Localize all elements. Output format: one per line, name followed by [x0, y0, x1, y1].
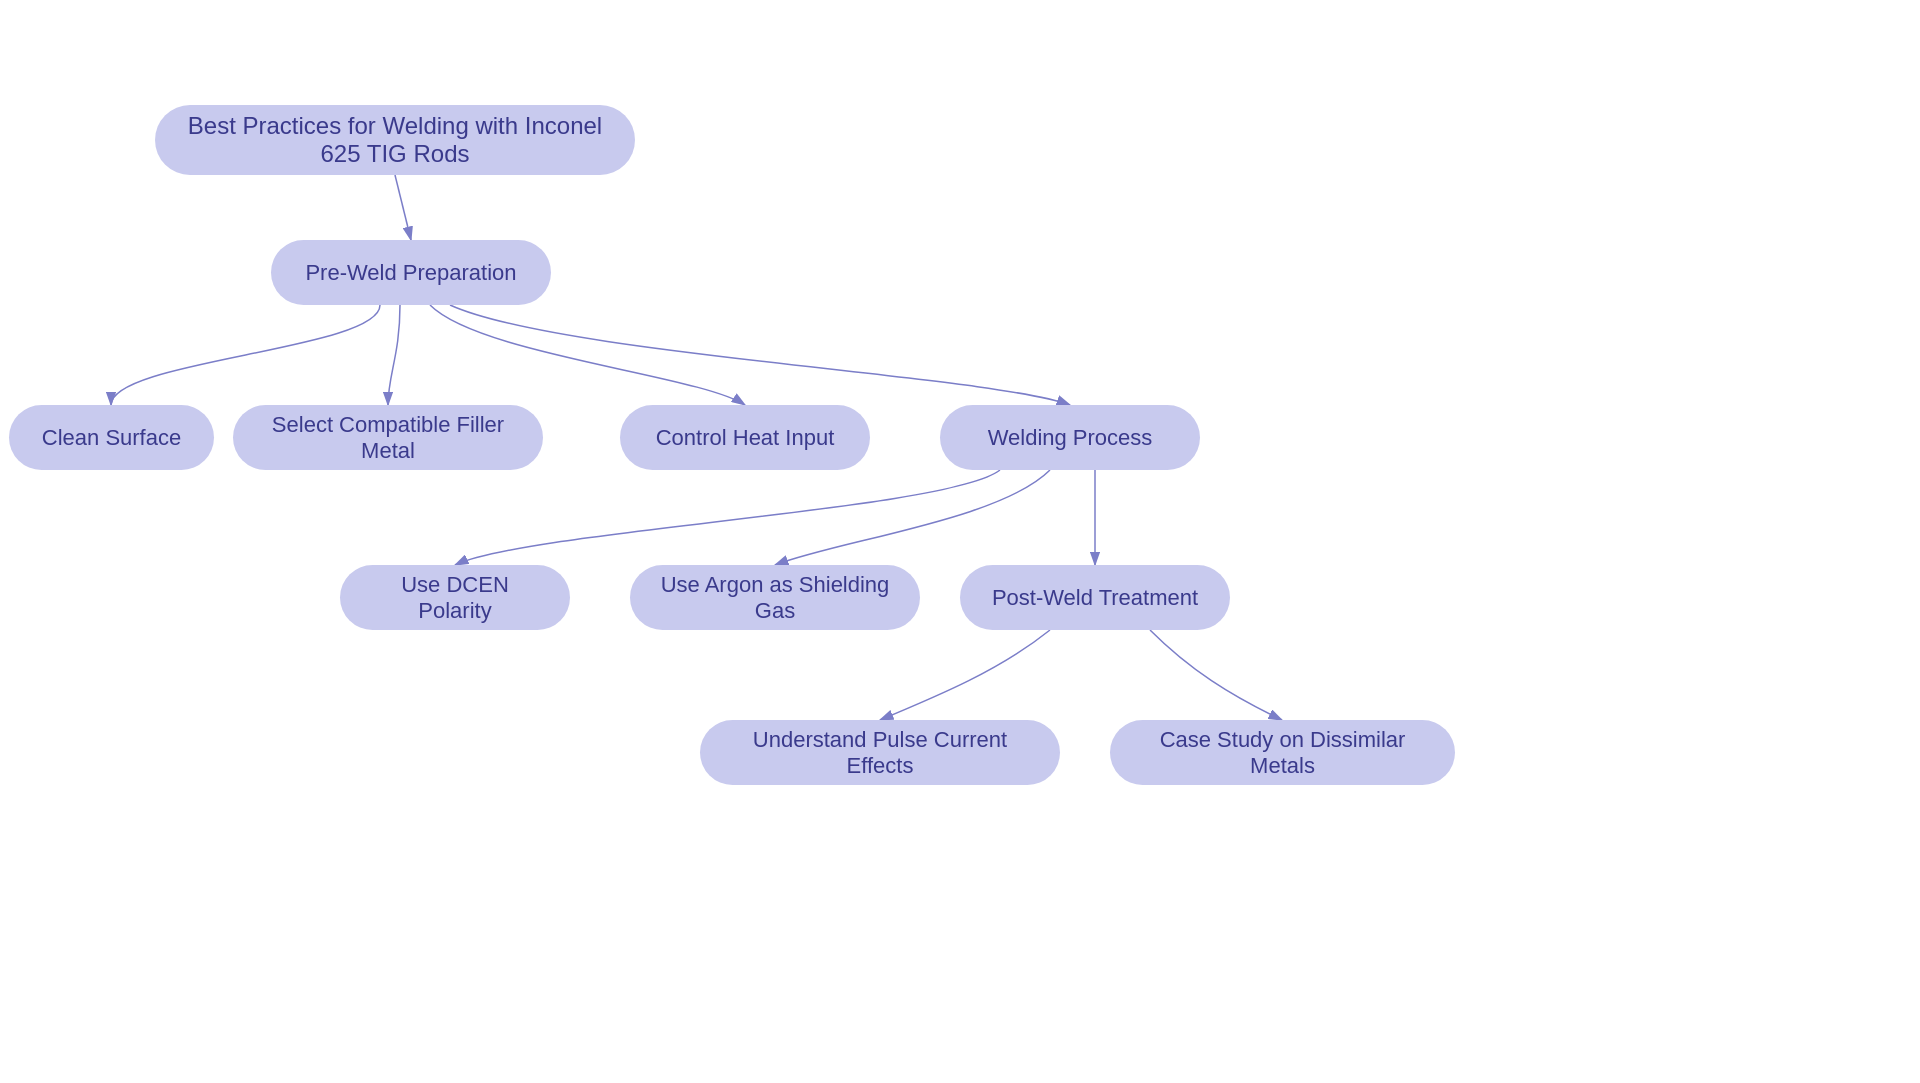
node-welding-label: Welding Process: [988, 425, 1153, 451]
node-dcen-label: Use DCEN Polarity: [368, 572, 542, 624]
node-heat-label: Control Heat Input: [656, 425, 835, 451]
node-casestudy-label: Case Study on Dissimilar Metals: [1138, 727, 1427, 779]
node-argon: Use Argon as Shielding Gas: [630, 565, 920, 630]
node-welding: Welding Process: [940, 405, 1200, 470]
node-dcen: Use DCEN Polarity: [340, 565, 570, 630]
node-filler-label: Select Compatible Filler Metal: [261, 412, 515, 464]
node-pulse-label: Understand Pulse Current Effects: [728, 727, 1032, 779]
node-casestudy: Case Study on Dissimilar Metals: [1110, 720, 1455, 785]
node-clean: Clean Surface: [9, 405, 214, 470]
node-argon-label: Use Argon as Shielding Gas: [658, 572, 892, 624]
node-preweld-label: Pre-Weld Preparation: [305, 260, 516, 286]
node-pulse: Understand Pulse Current Effects: [700, 720, 1060, 785]
node-root: Best Practices for Welding with Inconel …: [155, 105, 635, 175]
node-postweld: Post-Weld Treatment: [960, 565, 1230, 630]
svg-line-1: [395, 175, 411, 240]
node-root-label: Best Practices for Welding with Inconel …: [183, 112, 607, 168]
node-heat: Control Heat Input: [620, 405, 870, 470]
node-filler: Select Compatible Filler Metal: [233, 405, 543, 470]
node-preweld: Pre-Weld Preparation: [271, 240, 551, 305]
node-postweld-label: Post-Weld Treatment: [992, 585, 1198, 611]
diagram-container: Best Practices for Welding with Inconel …: [0, 0, 1920, 1083]
node-clean-label: Clean Surface: [42, 425, 181, 451]
